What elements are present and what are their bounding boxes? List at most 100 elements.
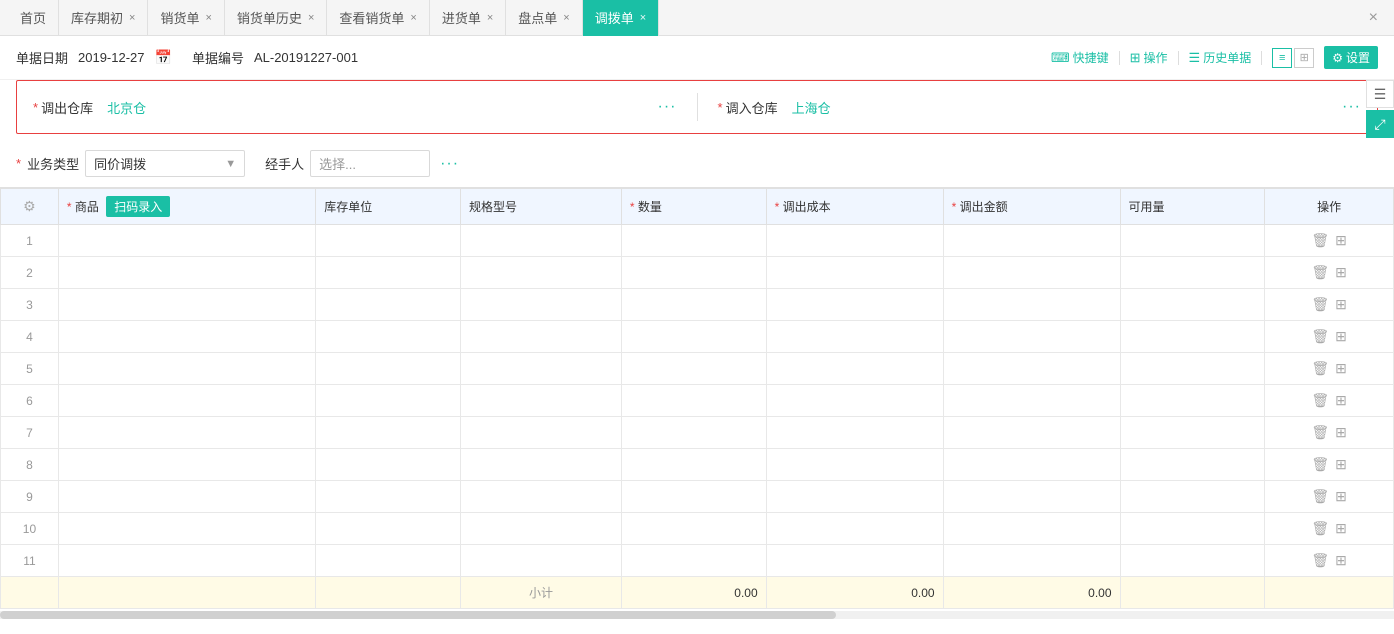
tab-bar: 首页 库存期初 × 销货单 × 销货单历史 × 查看销货单 × 进货单 × 盘点… [0, 0, 1394, 36]
form-row-biz: * 业务类型 同价调拨 ▼ 经手人 选择... ··· [0, 144, 1394, 187]
close-icon[interactable]: × [410, 12, 416, 24]
table-row: 3🗑⊞ [1, 289, 1394, 321]
form-header: 单据日期 2019-12-27 📅 单据编号 AL-20191227-001 ⌨… [0, 36, 1394, 80]
quick-keys-action[interactable]: ⌨ 快捷键 [1051, 49, 1109, 66]
copy-icon[interactable]: ⊞ [1335, 520, 1347, 537]
data-table: ⚙ * 商品 扫码录入 库存单位 规格型号 * 数量 * [0, 188, 1394, 609]
delete-icon[interactable]: 🗑 [1311, 392, 1329, 409]
col-cost: * 调出成本 [766, 189, 943, 225]
tab-sales-history[interactable]: 销货单历史 × [225, 0, 327, 36]
table-row: 2🗑⊞ [1, 257, 1394, 289]
scan-button[interactable]: 扫码录入 [106, 196, 170, 217]
subtotal-cost: 0.00 [766, 577, 943, 609]
person-field: 经手人 选择... ··· [265, 150, 459, 177]
table-row: 8🗑⊞ [1, 449, 1394, 481]
out-warehouse-field: * 调出仓库 北京仓 ··· [33, 98, 677, 117]
calendar-icon[interactable]: 📅 [155, 49, 172, 66]
gear-icon: ⚙ [1332, 51, 1343, 65]
divider [697, 93, 698, 121]
num-field: 单据编号 AL-20191227-001 [192, 48, 358, 67]
delete-icon[interactable]: 🗑 [1311, 552, 1329, 569]
copy-icon[interactable]: ⊞ [1335, 392, 1347, 409]
table-row: 10🗑⊞ [1, 513, 1394, 545]
settings-icon[interactable]: ⚙ [23, 198, 36, 214]
close-icon[interactable]: × [129, 12, 135, 24]
col-product: * 商品 扫码录入 [58, 189, 315, 225]
table-row: 9🗑⊞ [1, 481, 1394, 513]
subtotal-qty: 0.00 [621, 577, 766, 609]
out-warehouse-more-button[interactable]: ··· [658, 98, 677, 116]
delete-icon[interactable]: 🗑 [1311, 232, 1329, 249]
person-select[interactable]: 选择... [310, 150, 430, 177]
delete-icon[interactable]: 🗑 [1311, 520, 1329, 537]
table-row: 11🗑⊞ [1, 545, 1394, 577]
view-list-icon[interactable]: ≡ [1272, 48, 1292, 68]
in-warehouse-field: * 调入仓库 上海仓 ··· [718, 98, 1362, 117]
toolbar-list-button[interactable]: ☰ [1366, 80, 1394, 108]
col-qty: * 数量 [621, 189, 766, 225]
delete-icon[interactable]: 🗑 [1311, 424, 1329, 441]
subtotal-label: 小计 [461, 577, 622, 609]
table-container: ⚙ * 商品 扫码录入 库存单位 规格型号 * 数量 * [0, 187, 1394, 609]
copy-icon[interactable]: ⊞ [1335, 328, 1347, 345]
scrollbar[interactable] [0, 611, 1394, 619]
subtotal-amount: 0.00 [943, 577, 1120, 609]
divider [1178, 51, 1179, 65]
col-amount: * 调出金额 [943, 189, 1120, 225]
delete-icon[interactable]: 🗑 [1311, 296, 1329, 313]
copy-icon[interactable]: ⊞ [1335, 264, 1347, 281]
right-toolbar: ☰ ⤢ [1366, 80, 1394, 138]
copy-icon[interactable]: ⊞ [1335, 488, 1347, 505]
close-icon[interactable]: × [640, 12, 646, 24]
divider [1119, 51, 1120, 65]
tab-purchase[interactable]: 进货单 × [430, 0, 506, 36]
in-warehouse-more-button[interactable]: ··· [1342, 98, 1361, 116]
table-row: 6🗑⊞ [1, 385, 1394, 417]
tab-sales-order[interactable]: 销货单 × [148, 0, 224, 36]
chevron-down-icon: ▼ [225, 158, 236, 170]
close-icon[interactable]: × [487, 12, 493, 24]
divider [1261, 51, 1262, 65]
table-row: 1🗑⊞ [1, 225, 1394, 257]
col-available: 可用量 [1120, 189, 1265, 225]
copy-icon[interactable]: ⊞ [1335, 424, 1347, 441]
table-row: 5🗑⊞ [1, 353, 1394, 385]
close-icon[interactable]: × [563, 12, 569, 24]
subtotal-row: 小计 0.00 0.00 0.00 [1, 577, 1394, 609]
tab-view-sales[interactable]: 查看销货单 × [327, 0, 429, 36]
delete-icon[interactable]: 🗑 [1311, 488, 1329, 505]
delete-icon[interactable]: 🗑 [1311, 264, 1329, 281]
history-action[interactable]: ☰ 历史单据 [1189, 49, 1252, 66]
table-row: 7🗑⊞ [1, 417, 1394, 449]
tab-inventory-init[interactable]: 库存期初 × [59, 0, 148, 36]
warehouse-section: * 调出仓库 北京仓 ··· * 调入仓库 上海仓 ··· [16, 80, 1378, 134]
copy-icon[interactable]: ⊞ [1335, 232, 1347, 249]
delete-icon[interactable]: 🗑 [1311, 360, 1329, 377]
col-unit: 库存单位 [316, 189, 461, 225]
toolbar-expand-button[interactable]: ⤢ [1366, 110, 1394, 138]
scrollbar-thumb[interactable] [0, 611, 836, 619]
person-more-button[interactable]: ··· [440, 155, 459, 173]
col-spec: 规格型号 [461, 189, 622, 225]
tab-inventory[interactable]: 盘点单 × [506, 0, 582, 36]
col-ops: 操作 [1265, 189, 1394, 225]
copy-icon[interactable]: ⊞ [1335, 456, 1347, 473]
tab-transfer[interactable]: 调拨单 × [583, 0, 659, 36]
settings-button[interactable]: ⚙ 设置 [1324, 46, 1378, 69]
copy-icon[interactable]: ⊞ [1335, 360, 1347, 377]
operations-action[interactable]: ⊞ 操作 [1130, 49, 1168, 66]
close-icon[interactable]: × [308, 12, 314, 24]
close-icon[interactable]: × [205, 12, 211, 24]
tab-home[interactable]: 首页 [8, 0, 59, 36]
biz-type-field: * 业务类型 同价调拨 ▼ [16, 150, 245, 177]
biz-type-select[interactable]: 同价调拨 ▼ [85, 150, 245, 177]
col-gear: ⚙ [1, 189, 59, 225]
view-grid-icon[interactable]: ⊞ [1294, 48, 1314, 68]
table-row: 4🗑⊞ [1, 321, 1394, 353]
delete-icon[interactable]: 🗑 [1311, 456, 1329, 473]
date-field: 单据日期 2019-12-27 📅 [16, 48, 172, 67]
delete-icon[interactable]: 🗑 [1311, 328, 1329, 345]
copy-icon[interactable]: ⊞ [1335, 296, 1347, 313]
copy-icon[interactable]: ⊞ [1335, 552, 1347, 569]
window-close-icon[interactable]: × [1361, 9, 1386, 27]
